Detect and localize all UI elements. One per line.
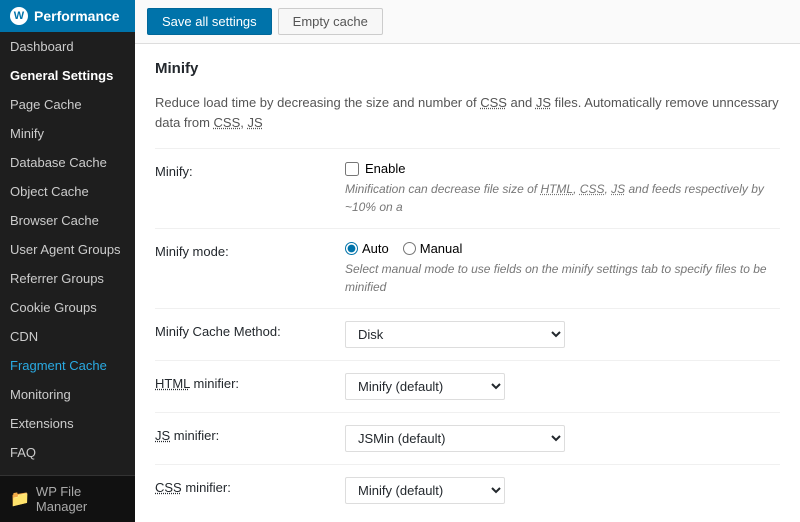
- minify-mode-row: Minify mode: Auto Manual Select manual m…: [155, 228, 780, 308]
- sidebar-item-minify[interactable]: Minify: [0, 119, 135, 148]
- html-minifier-label: HTML minifier:: [155, 373, 345, 391]
- top-save-button[interactable]: Save all settings: [147, 8, 272, 35]
- minify-enable-row: Minify: Enable Minification can decrease…: [155, 148, 780, 228]
- top-bar: Save all settings Empty cache: [135, 0, 800, 44]
- js-minifier-row: JS minifier: JSMin (default) None: [155, 412, 780, 464]
- radio-manual-input[interactable]: [403, 242, 416, 255]
- html-minifier-control: Minify (default) None: [345, 373, 780, 400]
- main-content: Save all settings Empty cache Minify Red…: [135, 0, 800, 522]
- sidebar-header: Performance: [0, 0, 135, 32]
- css-minifier-row: CSS minifier: Minify (default) None: [155, 464, 780, 516]
- radio-auto: Auto: [345, 241, 389, 256]
- sidebar-footer-label: WP File Manager: [36, 484, 125, 514]
- radio-auto-input[interactable]: [345, 242, 358, 255]
- sidebar-item-page-cache[interactable]: Page Cache: [0, 90, 135, 119]
- minify-mode-radio-row: Auto Manual: [345, 241, 780, 256]
- sidebar-item-faq[interactable]: FAQ: [0, 438, 135, 467]
- sidebar-item-user-agent-groups[interactable]: User Agent Groups: [0, 235, 135, 264]
- css-ref: CSS: [480, 95, 507, 110]
- css-minifier-control: Minify (default) None: [345, 477, 780, 504]
- minify-desc: Minification can decrease file size of H…: [345, 180, 780, 216]
- section-description: Reduce load time by decreasing the size …: [155, 93, 780, 132]
- minify-cache-method-control: Disk Memcached Redis: [345, 321, 780, 348]
- minify-cache-method-label: Minify Cache Method:: [155, 321, 345, 339]
- sidebar: Performance DashboardGeneral SettingsPag…: [0, 0, 135, 522]
- minify-checkbox-label[interactable]: Enable: [365, 161, 405, 176]
- section-title: Minify: [155, 60, 780, 83]
- plugin-icon: [10, 7, 28, 25]
- sidebar-item-general-settings[interactable]: General Settings: [0, 61, 135, 90]
- minify-mode-desc: Select manual mode to use fields on the …: [345, 260, 780, 296]
- minify-label: Minify:: [155, 161, 345, 179]
- sidebar-item-monitoring[interactable]: Monitoring: [0, 380, 135, 409]
- top-empty-cache-button[interactable]: Empty cache: [278, 8, 383, 35]
- file-manager-icon: 📁: [10, 489, 30, 509]
- sidebar-nav: DashboardGeneral SettingsPage CacheMinif…: [0, 32, 135, 475]
- minify-mode-label: Minify mode:: [155, 241, 345, 259]
- sidebar-item-referrer-groups[interactable]: Referrer Groups: [0, 264, 135, 293]
- sidebar-item-object-cache[interactable]: Object Cache: [0, 177, 135, 206]
- minify-mode-control: Auto Manual Select manual mode to use fi…: [345, 241, 780, 296]
- sidebar-item-cookie-groups[interactable]: Cookie Groups: [0, 293, 135, 322]
- sidebar-item-support[interactable]: Support: [0, 467, 135, 475]
- radio-auto-label[interactable]: Auto: [362, 241, 389, 256]
- js-minifier-label: JS minifier:: [155, 425, 345, 443]
- css-minifier-label: CSS minifier:: [155, 477, 345, 495]
- js-minifier-control: JSMin (default) None: [345, 425, 780, 452]
- sidebar-item-dashboard[interactable]: Dashboard: [0, 32, 135, 61]
- minify-control: Enable Minification can decrease file si…: [345, 161, 780, 216]
- minify-cache-method-select[interactable]: Disk Memcached Redis: [345, 321, 565, 348]
- sidebar-item-database-cache[interactable]: Database Cache: [0, 148, 135, 177]
- js-minifier-select[interactable]: JSMin (default) None: [345, 425, 565, 452]
- sidebar-footer[interactable]: 📁 WP File Manager: [0, 475, 135, 522]
- sidebar-item-browser-cache[interactable]: Browser Cache: [0, 206, 135, 235]
- sidebar-item-fragment-cache[interactable]: Fragment Cache: [0, 351, 135, 380]
- css-ref2: CSS: [214, 115, 241, 130]
- radio-manual-label[interactable]: Manual: [420, 241, 463, 256]
- minify-cache-method-row: Minify Cache Method: Disk Memcached Redi…: [155, 308, 780, 360]
- html-minifier-select[interactable]: Minify (default) None: [345, 373, 505, 400]
- css-minifier-select[interactable]: Minify (default) None: [345, 477, 505, 504]
- sidebar-item-cdn[interactable]: CDN: [0, 322, 135, 351]
- html-minifier-row: HTML minifier: Minify (default) None: [155, 360, 780, 412]
- sidebar-item-extensions[interactable]: Extensions: [0, 409, 135, 438]
- radio-manual: Manual: [403, 241, 463, 256]
- minify-checkbox[interactable]: [345, 162, 359, 176]
- js-ref: JS: [536, 95, 551, 110]
- content-area: Minify Reduce load time by decreasing th…: [135, 44, 800, 522]
- minify-checkbox-row: Enable: [345, 161, 780, 176]
- js-ref2: JS: [248, 115, 263, 130]
- sidebar-title: Performance: [34, 8, 120, 24]
